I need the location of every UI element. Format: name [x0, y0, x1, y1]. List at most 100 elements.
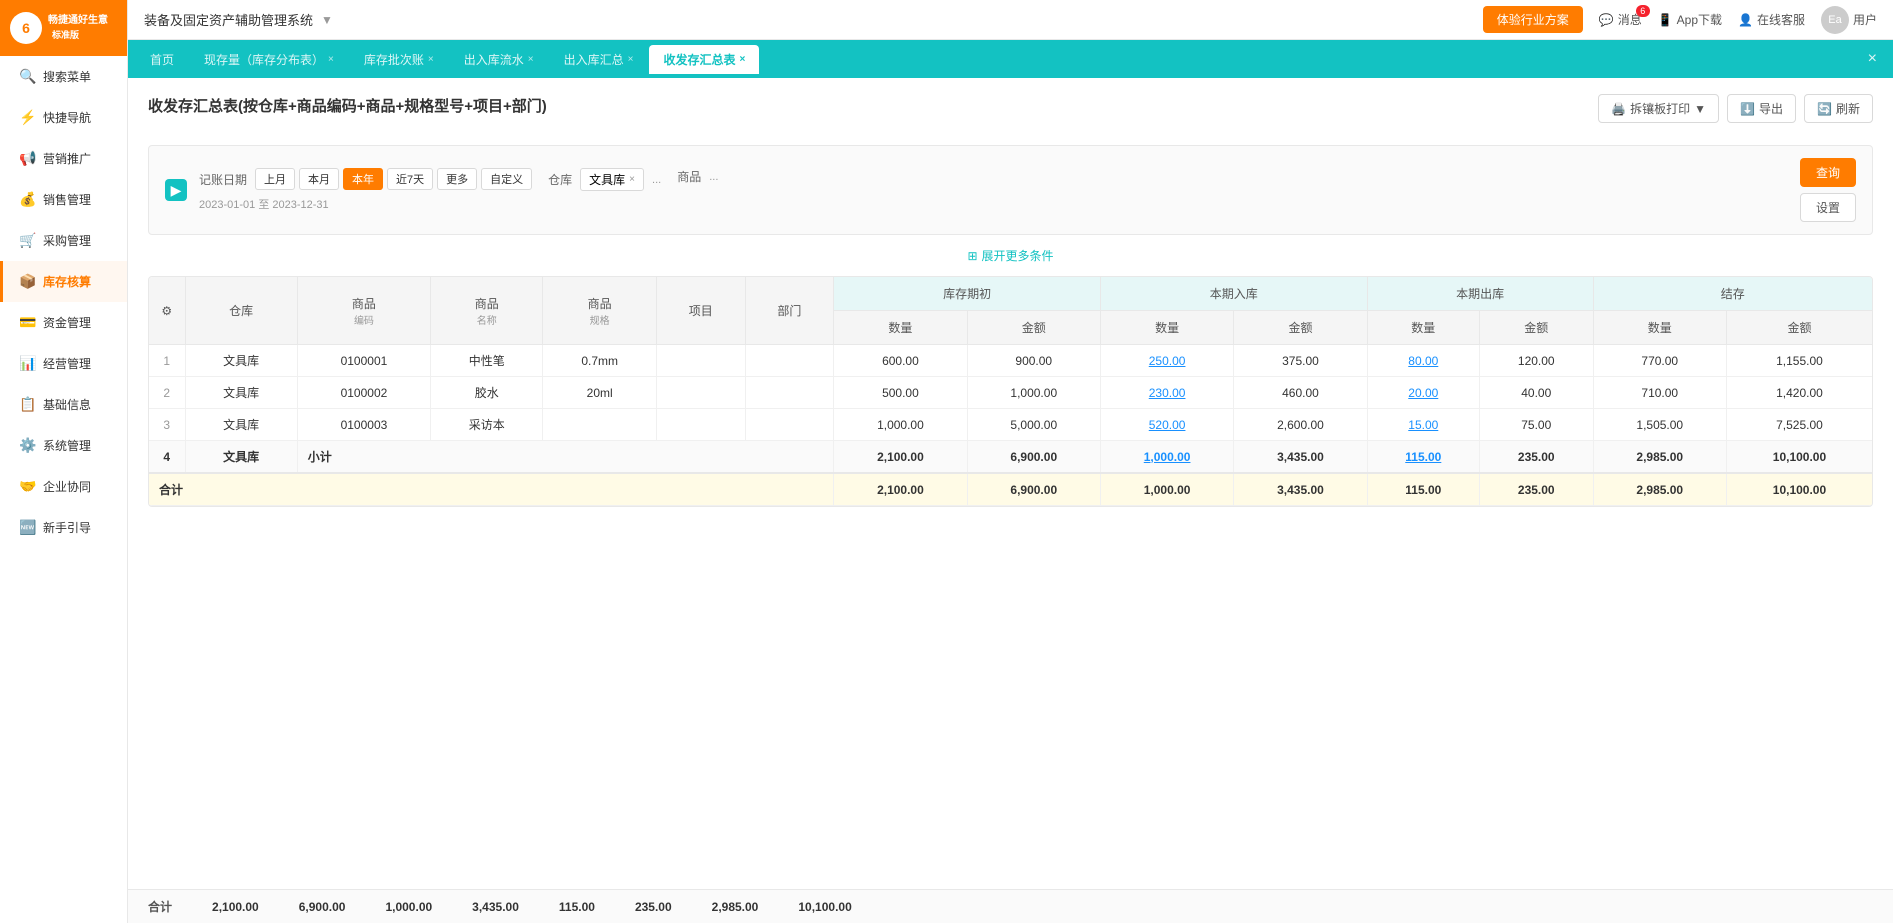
total-out-qty: 115.00: [1367, 473, 1479, 506]
refresh-button[interactable]: 🔄 刷新: [1804, 94, 1873, 123]
tab-close-1[interactable]: ×: [328, 54, 334, 65]
warehouse-filter-row: 仓库 文具库 × ...: [548, 168, 661, 191]
sidebar-item-sales[interactable]: 💰销售管理: [0, 179, 127, 220]
expand-conditions-button[interactable]: ⊞ 展开更多条件: [967, 247, 1053, 264]
warehouse-more[interactable]: ...: [652, 174, 661, 186]
experience-button[interactable]: 体验行业方案: [1483, 6, 1583, 33]
print-button[interactable]: 🖨️ 拆镶板打印 ▼: [1598, 94, 1719, 123]
date-option-上月[interactable]: 上月: [255, 168, 295, 190]
tab-label-3: 出入库流水: [464, 51, 524, 68]
table-settings-header[interactable]: ⚙: [149, 277, 185, 345]
cell-in-amount: 375.00: [1234, 345, 1367, 377]
cell-out-qty[interactable]: 15.00: [1367, 409, 1479, 441]
sidebar-item-search[interactable]: 🔍搜索菜单: [0, 56, 127, 97]
refresh-icon: 🔄: [1817, 102, 1832, 116]
message-icon: 💬: [1599, 13, 1614, 27]
export-button[interactable]: ⬇️ 导出: [1727, 94, 1796, 123]
close-all-tabs-button[interactable]: ×: [1860, 50, 1885, 68]
cell-balance-qty: 1,505.00: [1593, 409, 1726, 441]
cell-warehouse: 文具库: [185, 345, 297, 377]
page-container: 收发存汇总表(按仓库+商品编码+商品+规格型号+项目+部门) 🖨️ 拆镶板打印 …: [128, 78, 1893, 923]
table-row: 1 文具库 0100001 中性笔 0.7mm 600.00 900.00 25…: [149, 345, 1872, 377]
cell-init-qty: 1,000.00: [834, 409, 967, 441]
app-download-button[interactable]: 📱 App下载: [1658, 11, 1722, 28]
sidebar-item-basic[interactable]: 📋基础信息: [0, 384, 127, 425]
sidebar-item-enterprise[interactable]: 🤝 企业协同: [0, 466, 127, 507]
col-in-qty-header: 数量: [1100, 311, 1233, 345]
tab-0[interactable]: 首页: [136, 45, 188, 74]
bottom-total-4: 115.00: [559, 900, 595, 914]
date-option-本月[interactable]: 本月: [299, 168, 339, 190]
settings-button[interactable]: 设置: [1800, 193, 1856, 222]
goods-more[interactable]: ...: [709, 171, 718, 183]
quick-nav-icon: ⚡: [19, 109, 35, 126]
sidebar-item-finance[interactable]: 💳资金管理: [0, 302, 127, 343]
sidebar-item-quick-nav[interactable]: ⚡快捷导航: [0, 97, 127, 138]
subtotal-in-qty[interactable]: 1,000.00: [1100, 441, 1233, 474]
subtotal-init-qty: 2,100.00: [834, 441, 967, 474]
sidebar-item-system[interactable]: ⚙️系统管理: [0, 425, 127, 466]
settings-gear-icon[interactable]: ⚙: [161, 304, 172, 318]
main-table: ⚙ 仓库 商品编码 商品名称 商品规格 项目 部门 库存期初 本期入库 本期出库…: [149, 277, 1872, 506]
user-menu[interactable]: Ea 用户: [1821, 6, 1877, 34]
tab-label-2: 库存批次账: [364, 51, 424, 68]
tab-close-5[interactable]: ×: [739, 54, 745, 65]
tab-2[interactable]: 库存批次账 ×: [350, 45, 448, 74]
cell-out-qty[interactable]: 20.00: [1367, 377, 1479, 409]
bottom-total-5: 235.00: [635, 900, 672, 914]
cell-out-qty[interactable]: 80.00: [1367, 345, 1479, 377]
filter-toggle-button[interactable]: ▶: [165, 179, 187, 201]
bottom-total-values: 2,100.006,900.001,000.003,435.00115.0023…: [212, 900, 852, 914]
sidebar-item-inventory[interactable]: 📦 库存核算: [0, 261, 127, 302]
cell-in-qty[interactable]: 250.00: [1100, 345, 1233, 377]
total-in-qty: 1,000.00: [1100, 473, 1233, 506]
tab-3[interactable]: 出入库流水 ×: [450, 45, 548, 74]
tab-4[interactable]: 出入库汇总×: [550, 45, 648, 74]
filter-bar: ▶ 记账日期 上月本月本年近7天更多自定义 2023-01-01 至 2023-…: [148, 145, 1873, 235]
bottom-total-0: 2,100.00: [212, 900, 259, 914]
sidebar-item-label: 库存核算: [43, 273, 91, 290]
cell-init-amount: 5,000.00: [967, 409, 1100, 441]
date-option-本年[interactable]: 本年: [343, 168, 383, 190]
cell-in-qty[interactable]: 230.00: [1100, 377, 1233, 409]
tab-close-2[interactable]: ×: [428, 54, 434, 65]
sidebar-item-marketing[interactable]: 📢营销推广: [0, 138, 127, 179]
cell-project: [656, 409, 745, 441]
sidebar-item-purchase[interactable]: 🛒采购管理: [0, 220, 127, 261]
date-option-近7天[interactable]: 近7天: [387, 168, 433, 190]
date-option-自定义[interactable]: 自定义: [481, 168, 532, 190]
system-dropdown-icon[interactable]: ▼: [321, 13, 333, 27]
subtotal-row: 4 文具库 小计 2,100.00 6,900.00 1,000.00 3,43…: [149, 441, 1872, 474]
tab-close-3[interactable]: ×: [528, 54, 534, 65]
cell-warehouse: 文具库: [185, 409, 297, 441]
query-button[interactable]: 查询: [1800, 158, 1856, 187]
date-filter-label: 记账日期: [199, 171, 247, 188]
col-balance-amount-header: 金额: [1726, 311, 1872, 345]
warehouse-tag[interactable]: 文具库 ×: [580, 168, 644, 191]
enterprise-icon: 🤝: [19, 478, 35, 495]
sidebar-item-label: 企业协同: [43, 478, 91, 495]
online-service-button[interactable]: 👤 在线客服: [1738, 11, 1805, 28]
cell-name: 中性笔: [431, 345, 543, 377]
tab-5[interactable]: 收发存汇总表×: [649, 45, 759, 74]
subtotal-out-amount: 235.00: [1479, 441, 1593, 474]
subtotal-out-qty[interactable]: 115.00: [1367, 441, 1479, 474]
sidebar-item-guide[interactable]: 🆕新手引导: [0, 507, 127, 548]
col-out-qty-header: 数量: [1367, 311, 1479, 345]
warehouse-tag-close[interactable]: ×: [629, 174, 635, 185]
col-warehouse-header: 仓库: [185, 277, 297, 345]
message-button[interactable]: 💬 消息 6: [1599, 11, 1642, 28]
bottom-total-1: 6,900.00: [299, 900, 346, 914]
system-icon: ⚙️: [19, 437, 35, 454]
subtotal-num: 4: [149, 441, 185, 474]
sidebar: 6 畅捷通好生意 标准版 🔍搜索菜单⚡快捷导航📢营销推广💰销售管理🛒采购管理📦库…: [0, 0, 128, 923]
total-label: 合计: [148, 898, 172, 915]
date-option-更多[interactable]: 更多: [437, 168, 477, 190]
cell-in-qty[interactable]: 520.00: [1100, 409, 1233, 441]
tab-close-4[interactable]: ×: [628, 54, 634, 65]
cell-in-amount: 2,600.00: [1234, 409, 1367, 441]
sidebar-item-operation[interactable]: 📊经营管理: [0, 343, 127, 384]
inventory-icon: 📦: [19, 273, 35, 290]
tab-1[interactable]: 现存量（库存分布表）×: [190, 45, 348, 74]
bottom-bar: 合计 2,100.006,900.001,000.003,435.00115.0…: [128, 889, 1893, 923]
